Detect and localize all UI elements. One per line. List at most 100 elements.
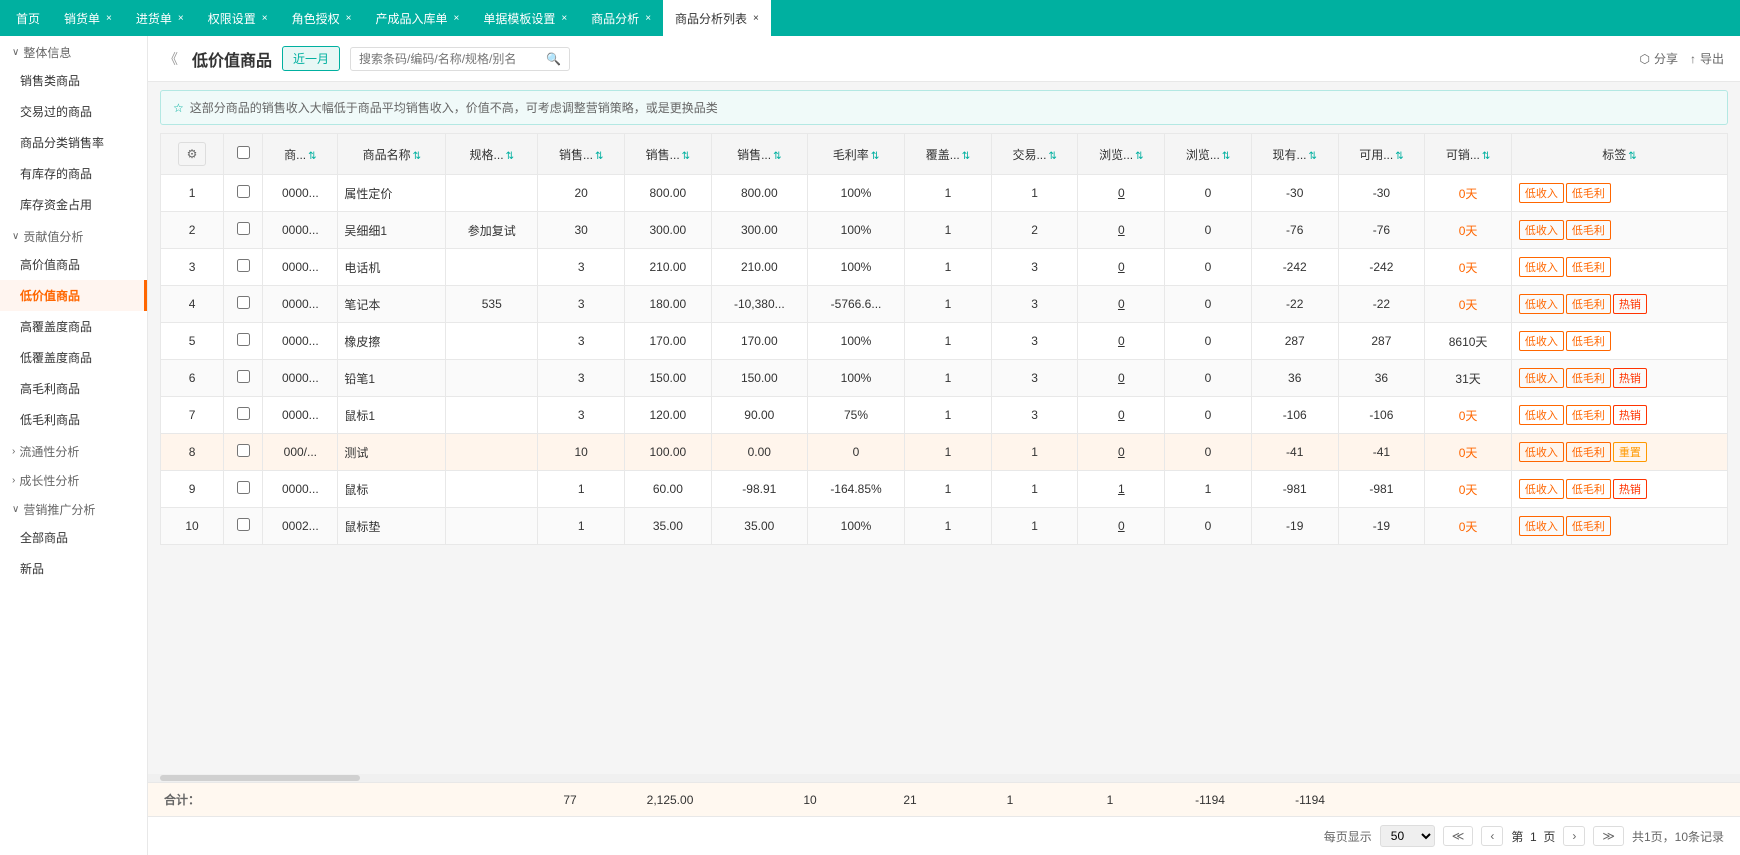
close-icon[interactable]: × <box>645 13 651 24</box>
col-name[interactable]: 商品名称⇅ <box>338 134 446 175</box>
cell-check[interactable] <box>224 397 263 434</box>
col-current[interactable]: 现有...⇅ <box>1251 134 1338 175</box>
close-icon[interactable]: × <box>346 13 352 24</box>
cell-check[interactable] <box>224 175 263 212</box>
nav-purchase[interactable]: 进货单 × <box>124 0 196 36</box>
row-checkbox[interactable] <box>237 222 250 235</box>
cell-check[interactable] <box>224 360 263 397</box>
sidebar-item-stock-funds[interactable]: 库存资金占用 <box>0 189 147 220</box>
row-checkbox[interactable] <box>237 518 250 531</box>
cell-browse1[interactable]: 0 <box>1078 249 1165 286</box>
sidebar-item-sales-goods[interactable]: 销售类商品 <box>0 65 147 96</box>
row-checkbox[interactable] <box>237 296 250 309</box>
row-checkbox[interactable] <box>237 185 250 198</box>
table-container[interactable]: ⚙ 商...⇅ 商品名称⇅ 规格...⇅ 销售...⇅ 销售...⇅ 销售...… <box>148 133 1740 774</box>
select-all-checkbox[interactable] <box>237 146 250 159</box>
cell-check[interactable] <box>224 212 263 249</box>
sidebar-item-low-coverage[interactable]: 低覆盖度商品 <box>0 342 147 373</box>
gear-btn[interactable]: ⚙ <box>178 142 207 166</box>
sidebar-item-low-margin[interactable]: 低毛利商品 <box>0 404 147 435</box>
sidebar-item-new-goods[interactable]: 新品 <box>0 553 147 584</box>
nav-analysis[interactable]: 商品分析 × <box>579 0 663 36</box>
filter-recent-month-btn[interactable]: 近一月 <box>282 46 340 71</box>
col-sale-amt2[interactable]: 销售...⇅ <box>711 134 807 175</box>
cell-browse1[interactable]: 0 <box>1078 323 1165 360</box>
sidebar-group-circulation[interactable]: › 流通性分析 <box>0 435 147 464</box>
col-coverage[interactable]: 覆盖...⇅ <box>905 134 992 175</box>
search-input[interactable] <box>359 52 542 66</box>
row-checkbox[interactable] <box>237 370 250 383</box>
sidebar-collapse-btn[interactable]: 《 <box>164 49 178 69</box>
nav-home[interactable]: 首页 <box>4 0 52 36</box>
close-icon[interactable]: × <box>262 13 268 24</box>
close-icon[interactable]: × <box>178 13 184 24</box>
sidebar-item-traded-goods[interactable]: 交易过的商品 <box>0 96 147 127</box>
nav-analysis-list[interactable]: 商品分析列表 × <box>663 0 771 36</box>
cell-code: 0000... <box>263 212 338 249</box>
row-checkbox[interactable] <box>237 444 250 457</box>
col-browse1[interactable]: 浏览...⇅ <box>1078 134 1165 175</box>
export-btn[interactable]: ↑ 导出 <box>1690 50 1724 67</box>
close-icon[interactable]: × <box>453 13 459 24</box>
col-saleable[interactable]: 可销...⇅ <box>1425 134 1512 175</box>
cell-sale-amt2: 150.00 <box>711 360 807 397</box>
cell-browse1[interactable]: 0 <box>1078 212 1165 249</box>
scrollbar-thumb[interactable] <box>160 775 360 781</box>
close-icon[interactable]: × <box>106 13 112 24</box>
col-code[interactable]: 商...⇅ <box>263 134 338 175</box>
last-page-btn[interactable]: ≫ <box>1593 826 1624 846</box>
sidebar-group-contribution[interactable]: ∨ 贡献值分析 <box>0 220 147 249</box>
nav-sales[interactable]: 销货单 × <box>52 0 124 36</box>
row-checkbox[interactable] <box>237 481 250 494</box>
search-icon[interactable]: 🔍 <box>546 52 561 66</box>
col-check[interactable] <box>224 134 263 175</box>
row-checkbox[interactable] <box>237 407 250 420</box>
col-sale-qty[interactable]: 销售...⇅ <box>538 134 625 175</box>
sidebar-group-overall[interactable]: ∨ 整体信息 <box>0 36 147 65</box>
prev-page-btn[interactable]: ‹ <box>1481 826 1503 846</box>
sidebar-item-category-rate[interactable]: 商品分类销售率 <box>0 127 147 158</box>
share-btn[interactable]: ⬡ 分享 <box>1639 50 1678 67</box>
cell-browse1[interactable]: 0 <box>1078 360 1165 397</box>
col-trade[interactable]: 交易...⇅ <box>991 134 1078 175</box>
sidebar-item-all-goods[interactable]: 全部商品 <box>0 522 147 553</box>
cell-check[interactable] <box>224 249 263 286</box>
col-browse2[interactable]: 浏览...⇅ <box>1165 134 1252 175</box>
sidebar-group-marketing[interactable]: ∨ 营销推广分析 <box>0 493 147 522</box>
col-margin[interactable]: 毛利率⇅ <box>807 134 904 175</box>
cell-check[interactable] <box>224 323 263 360</box>
cell-browse1[interactable]: 0 <box>1078 397 1165 434</box>
horizontal-scrollbar[interactable] <box>148 774 1740 782</box>
cell-browse1[interactable]: 0 <box>1078 508 1165 545</box>
col-tags[interactable]: 标签⇅ <box>1511 134 1727 175</box>
cell-browse1[interactable]: 0 <box>1078 175 1165 212</box>
first-page-btn[interactable]: ≪ <box>1443 826 1474 846</box>
col-gear[interactable]: ⚙ <box>161 134 224 175</box>
close-icon[interactable]: × <box>561 13 567 24</box>
cell-check[interactable] <box>224 434 263 471</box>
sidebar-item-stock-goods[interactable]: 有库存的商品 <box>0 158 147 189</box>
nav-products[interactable]: 产成品入库单 × <box>363 0 471 36</box>
col-spec[interactable]: 规格...⇅ <box>446 134 538 175</box>
nav-roles[interactable]: 角色授权 × <box>280 0 364 36</box>
nav-templates[interactable]: 单据模板设置 × <box>471 0 579 36</box>
next-page-btn[interactable]: › <box>1563 826 1585 846</box>
sidebar-group-growth[interactable]: › 成长性分析 <box>0 464 147 493</box>
col-sale-amt[interactable]: 销售...⇅ <box>625 134 712 175</box>
cell-check[interactable] <box>224 471 263 508</box>
sidebar-item-high-value[interactable]: 高价值商品 <box>0 249 147 280</box>
cell-browse1[interactable]: 0 <box>1078 286 1165 323</box>
cell-check[interactable] <box>224 508 263 545</box>
close-icon[interactable]: × <box>753 13 759 24</box>
per-page-select[interactable]: 50 100 200 <box>1380 825 1435 847</box>
cell-browse1[interactable]: 1 <box>1078 471 1165 508</box>
cell-check[interactable] <box>224 286 263 323</box>
col-available[interactable]: 可用...⇅ <box>1338 134 1425 175</box>
sidebar-item-low-value[interactable]: 低价值商品 <box>0 280 147 311</box>
cell-browse1[interactable]: 0 <box>1078 434 1165 471</box>
sidebar-item-high-margin[interactable]: 高毛利商品 <box>0 373 147 404</box>
row-checkbox[interactable] <box>237 333 250 346</box>
row-checkbox[interactable] <box>237 259 250 272</box>
nav-permissions[interactable]: 权限设置 × <box>196 0 280 36</box>
sidebar-item-high-coverage[interactable]: 高覆盖度商品 <box>0 311 147 342</box>
